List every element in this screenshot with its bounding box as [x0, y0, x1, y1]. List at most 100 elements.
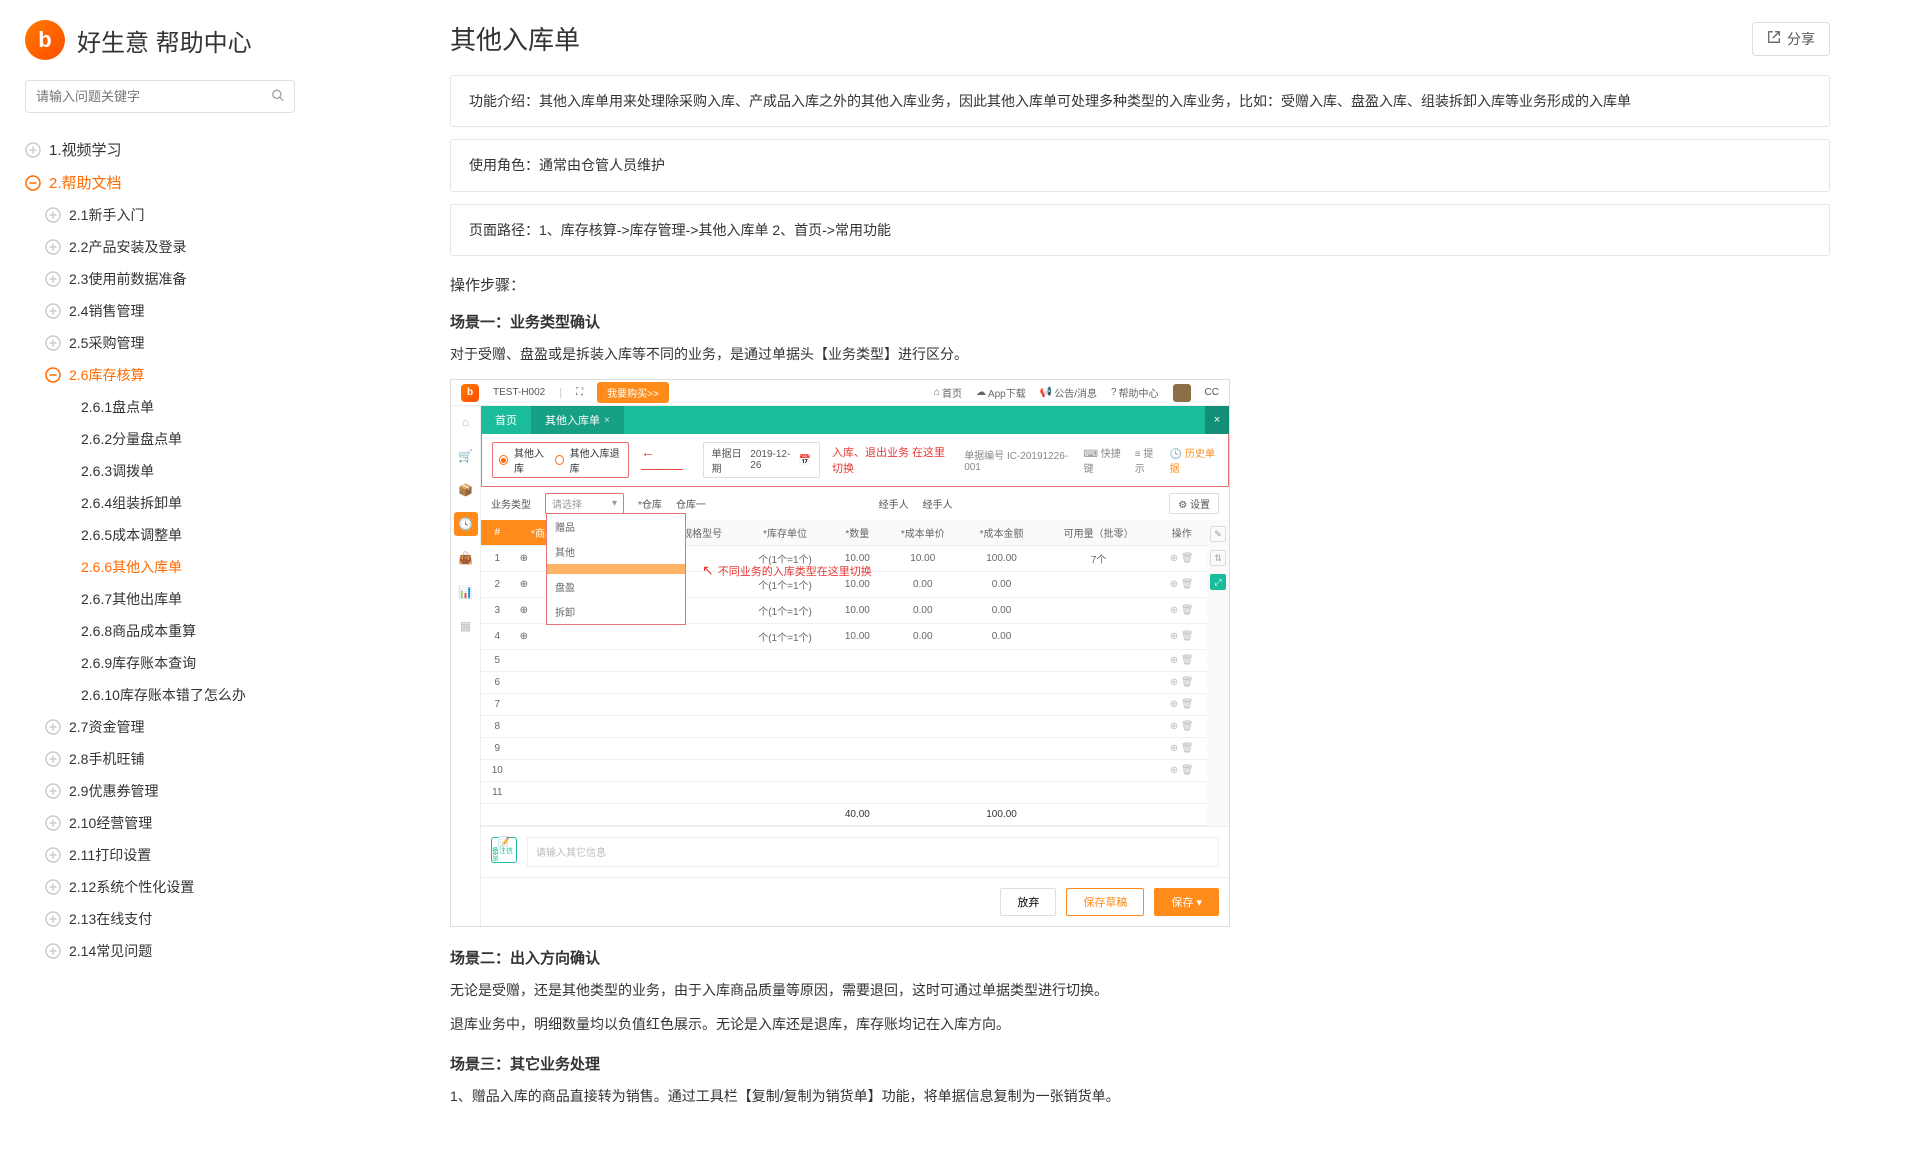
nav-item-helpdoc[interactable]: 2.帮助文档: [25, 166, 295, 199]
nav-item-267[interactable]: 2.6.7其他出库单: [25, 583, 295, 615]
nav-item-269[interactable]: 2.6.9库存账本查询: [25, 647, 295, 679]
avatar-icon[interactable]: [1173, 384, 1191, 402]
plus-icon: [45, 847, 61, 863]
table-row[interactable]: 4⊕个(1个=1个)10.000.000.00⊕ 🗑: [481, 624, 1207, 650]
row-op-icons[interactable]: ⊕ 🗑: [1170, 579, 1194, 590]
nav-item-2610[interactable]: 2.6.10库存账本错了怎么办: [25, 679, 295, 711]
nav-item-24[interactable]: 2.4销售管理: [25, 295, 295, 327]
nav-item-23[interactable]: 2.3使用前数据准备: [25, 263, 295, 295]
th-amount: *成本金额: [962, 520, 1041, 546]
table-row[interactable]: 11: [481, 782, 1207, 804]
nav-item-28[interactable]: 2.8手机旺铺: [25, 743, 295, 775]
table-row[interactable]: 10⊕ 🗑: [481, 760, 1207, 782]
search-input[interactable]: [25, 80, 295, 113]
nav-item-27[interactable]: 2.7资金管理: [25, 711, 295, 743]
person-value[interactable]: 经手人: [923, 496, 953, 511]
remark-input[interactable]: 请输入其它信息: [527, 837, 1219, 867]
top-home-link[interactable]: ⌂ 首页: [934, 385, 962, 400]
draft-button[interactable]: 保存草稿: [1066, 888, 1144, 916]
dropdown-item[interactable]: 赠品: [547, 514, 685, 539]
date-input[interactable]: 单据日期2019-12-26📅: [703, 442, 820, 478]
history-link[interactable]: 🕓 历史单据: [1170, 445, 1218, 475]
search-icon[interactable]: [271, 88, 285, 105]
nav-label: 2.2产品安装及登录: [69, 237, 186, 257]
nav-item-268[interactable]: 2.6.8商品成本重算: [25, 615, 295, 647]
table-row[interactable]: 7⊕ 🗑: [481, 694, 1207, 716]
table-row[interactable]: 5⊕ 🗑: [481, 650, 1207, 672]
close-all-icon[interactable]: ×: [1205, 406, 1229, 434]
setting-button[interactable]: ⚙ 设置: [1169, 493, 1219, 514]
dropdown-item[interactable]: 拆卸: [547, 599, 685, 624]
doc-type-radio[interactable]: 其他入库 其他入库退库: [492, 442, 629, 478]
quick-link[interactable]: ≡ 提示: [1135, 445, 1160, 475]
plus-icon: [45, 271, 61, 287]
leftbar-box-icon[interactable]: 📦: [454, 478, 478, 502]
table-row[interactable]: 6⊕ 🗑: [481, 672, 1207, 694]
nav-item-262[interactable]: 2.6.2分量盘点单: [25, 423, 295, 455]
nav-item-26[interactable]: 2.6库存核算: [25, 359, 295, 391]
nav-item-210[interactable]: 2.10经营管理: [25, 807, 295, 839]
top-notice-link[interactable]: 📢 公告/消息: [1040, 385, 1097, 400]
nav-item-22[interactable]: 2.2产品安装及登录: [25, 231, 295, 263]
th-price: *成本单价: [883, 520, 962, 546]
dropdown-item[interactable]: 其他: [547, 539, 685, 564]
plus-icon: [25, 142, 41, 158]
biztype-select[interactable]: 请选择▾ 赠品 其他 盘盈 拆卸 ↖ 不同业务的入库类型在这里切换: [545, 493, 624, 514]
buy-button[interactable]: 我要购买>>: [597, 382, 669, 403]
tab-home[interactable]: 首页: [481, 406, 531, 434]
strip-icon[interactable]: ✎: [1210, 526, 1226, 542]
nav-label: 2.12系统个性化设置: [69, 877, 194, 897]
cancel-button[interactable]: 放弃: [1000, 888, 1056, 916]
leftbar-home-icon[interactable]: ⌂: [454, 410, 478, 434]
nav-label: 2.6.6其他入库单: [81, 557, 182, 577]
plus-icon: [45, 911, 61, 927]
nav-item-211[interactable]: 2.11打印设置: [25, 839, 295, 871]
leftbar-chart-icon[interactable]: 📊: [454, 580, 478, 604]
nav-label: 2.6库存核算: [69, 365, 144, 385]
tab-doc[interactable]: 其他入库单×: [531, 406, 624, 434]
nav-item-263[interactable]: 2.6.3调拨单: [25, 455, 295, 487]
info-path: 页面路径：1、库存核算->库存管理->其他入库单 2、首页->常用功能: [450, 204, 1830, 256]
info-label: 功能介绍：: [469, 93, 539, 109]
top-help-link[interactable]: ? 帮助中心: [1111, 385, 1159, 400]
row-op-icons[interactable]: ⊕ 🗑: [1170, 605, 1194, 616]
top-download-link[interactable]: ☁ App下载: [976, 385, 1026, 400]
dropdown-item[interactable]: 盘盈: [547, 574, 685, 599]
row-op-icons[interactable]: ⊕ 🗑: [1170, 631, 1194, 642]
dropdown-item[interactable]: [547, 564, 685, 574]
leftbar-grid-icon[interactable]: ▦: [454, 614, 478, 638]
quick-link[interactable]: ⌨ 快捷键: [1084, 445, 1125, 475]
nav-item-264[interactable]: 2.6.4组装拆卸单: [25, 487, 295, 519]
nav-item-25[interactable]: 2.5采购管理: [25, 327, 295, 359]
wh-value[interactable]: 仓库一: [676, 496, 706, 511]
nav-label: 2.9优惠券管理: [69, 781, 158, 801]
table-row[interactable]: 8⊕ 🗑: [481, 716, 1207, 738]
nav-item-266[interactable]: 2.6.6其他入库单: [25, 551, 295, 583]
nav-item-261[interactable]: 2.6.1盘点单: [25, 391, 295, 423]
nav-item-29[interactable]: 2.9优惠券管理: [25, 775, 295, 807]
row-op-icons[interactable]: ⊕ 🗑: [1170, 553, 1194, 564]
strip-icon[interactable]: ⇅: [1210, 550, 1226, 566]
leftbar-cart-icon[interactable]: 🛒: [454, 444, 478, 468]
remark-row: 📝备注信息 请输入其它信息: [481, 826, 1229, 877]
chevron-down-icon: ▾: [612, 498, 617, 509]
expand-icon[interactable]: ⛶: [576, 387, 583, 398]
strip-icon[interactable]: ⤢: [1210, 574, 1226, 590]
table-row[interactable]: 9⊕ 🗑: [481, 738, 1207, 760]
nav-item-212[interactable]: 2.12系统个性化设置: [25, 871, 295, 903]
page-title: 其他入库单: [450, 20, 580, 57]
leftbar-wallet-icon[interactable]: 👜: [454, 546, 478, 570]
nav-item-21[interactable]: 2.1新手入门: [25, 199, 295, 231]
nav-item-video[interactable]: 1.视频学习: [25, 133, 295, 166]
plus-icon: [45, 335, 61, 351]
nav-item-214[interactable]: 2.14常见问题: [25, 935, 295, 967]
save-button[interactable]: 保存 ▾: [1154, 888, 1219, 916]
th-qty: *数量: [831, 520, 883, 546]
nav-label: 2.6.5成本调整单: [81, 525, 182, 545]
leftbar-active-icon[interactable]: 🕓: [454, 512, 478, 536]
nav-item-213[interactable]: 2.13在线支付: [25, 903, 295, 935]
sidebar: b 好生意 帮助中心 1.视频学习 2.帮助文档 2.1新手入门 2.2产品安装…: [0, 0, 320, 1157]
share-button[interactable]: 分享: [1752, 22, 1830, 56]
close-icon[interactable]: ×: [604, 415, 610, 426]
nav-item-265[interactable]: 2.6.5成本调整单: [25, 519, 295, 551]
